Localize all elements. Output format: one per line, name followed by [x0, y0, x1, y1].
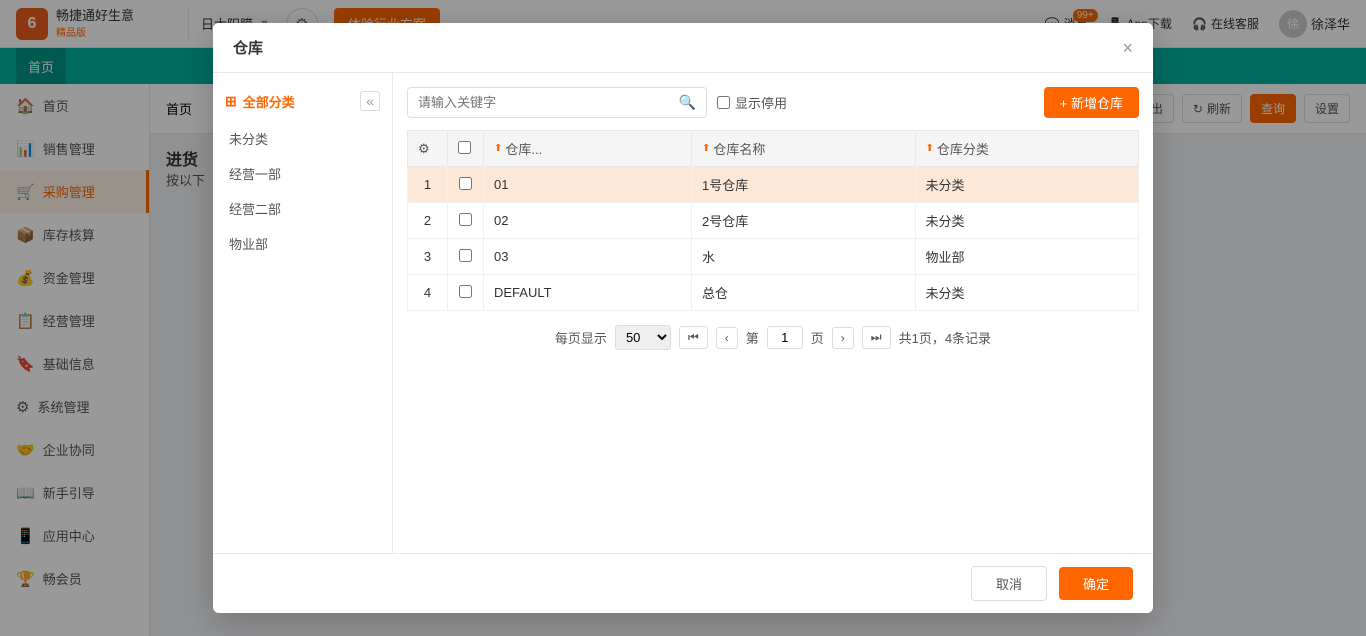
- row-num: 03: [484, 239, 692, 275]
- table-row: 2 02 2号仓库 未分类: [408, 203, 1139, 239]
- show-disabled-checkbox[interactable]: [717, 96, 730, 109]
- search-wrap: 🔍: [407, 87, 707, 118]
- next-page-button[interactable]: ›: [832, 327, 854, 349]
- modal-title: 仓库: [233, 37, 263, 58]
- collapse-button[interactable]: «: [360, 91, 380, 111]
- row-name: 2号仓库: [692, 203, 915, 239]
- row-name: 水: [692, 239, 915, 275]
- sort-icon-num: ⬆: [494, 143, 502, 154]
- row-num: 01: [484, 167, 692, 203]
- row-num: DEFAULT: [484, 275, 692, 311]
- th-settings[interactable]: ⚙: [408, 131, 448, 167]
- per-page-label: 每页显示: [555, 328, 607, 347]
- pagination: 每页显示 20 50 100 ⏮ ‹ 第 页 › ⏭ 共1页，4条记录: [407, 311, 1139, 356]
- row-name: 总仓: [692, 275, 915, 311]
- warehouse-modal: 仓库 × ⊞ 全部分类 « 未分类 经营一部: [213, 23, 1153, 613]
- category-item-dept1[interactable]: 经营一部: [213, 156, 392, 191]
- table-row: 1 01 1号仓库 未分类: [408, 167, 1139, 203]
- category-item-dept2[interactable]: 经营二部: [213, 191, 392, 226]
- row-name: 1号仓库: [692, 167, 915, 203]
- row-checkbox[interactable]: [459, 285, 472, 298]
- row-category: 未分类: [915, 203, 1139, 239]
- modal-footer: 取消 确定: [213, 553, 1153, 613]
- modal-sidebar: ⊞ 全部分类 « 未分类 经营一部 经营二部 物业部: [213, 73, 393, 553]
- select-all-checkbox[interactable]: [458, 141, 471, 154]
- row-index: 2: [408, 203, 448, 239]
- total-records: 共1页，4条记录: [899, 328, 991, 347]
- modal-sidebar-header: ⊞ 全部分类 «: [213, 85, 392, 121]
- first-page-button[interactable]: ⏮: [679, 326, 708, 349]
- th-checkbox: [448, 131, 484, 167]
- row-category: 未分类: [915, 167, 1139, 203]
- modal-toolbar: 🔍 显示停用 + 新增仓库: [407, 87, 1139, 118]
- th-warehouse-category[interactable]: ⬆ 仓库分类: [915, 131, 1139, 167]
- row-checkbox[interactable]: [459, 213, 472, 226]
- sidebar-category-label: 全部分类: [243, 92, 295, 111]
- add-warehouse-button[interactable]: + 新增仓库: [1044, 87, 1139, 118]
- table-row: 3 03 水 物业部: [408, 239, 1139, 275]
- confirm-button[interactable]: 确定: [1059, 567, 1133, 600]
- sort-icon-cat: ⬆: [926, 143, 934, 154]
- table-header: ⚙ ⬆ 仓库...: [408, 131, 1139, 167]
- row-checkbox-cell[interactable]: [448, 275, 484, 311]
- search-input[interactable]: [408, 89, 669, 116]
- row-num: 02: [484, 203, 692, 239]
- row-checkbox-cell[interactable]: [448, 167, 484, 203]
- prev-page-button[interactable]: ‹: [716, 327, 738, 349]
- category-item-property[interactable]: 物业部: [213, 226, 392, 261]
- row-index: 4: [408, 275, 448, 311]
- table-header-row: ⚙ ⬆ 仓库...: [408, 131, 1139, 167]
- th-warehouse-name[interactable]: ⬆ 仓库名称: [692, 131, 915, 167]
- cancel-button[interactable]: 取消: [971, 566, 1047, 601]
- modal-table-area: 🔍 显示停用 + 新增仓库 ⚙: [393, 73, 1153, 553]
- row-checkbox[interactable]: [459, 249, 472, 262]
- table-row: 4 DEFAULT 总仓 未分类: [408, 275, 1139, 311]
- row-index: 1: [408, 167, 448, 203]
- search-button[interactable]: 🔍: [669, 88, 706, 117]
- modal-close-button[interactable]: ×: [1122, 39, 1133, 57]
- page-number-input[interactable]: [767, 326, 803, 349]
- modal-overlay: 仓库 × ⊞ 全部分类 « 未分类 经营一部: [0, 0, 1366, 636]
- category-item-unclassified[interactable]: 未分类: [213, 121, 392, 156]
- page-word: 第: [746, 328, 759, 347]
- row-checkbox-cell[interactable]: [448, 203, 484, 239]
- grid-icon: ⊞: [225, 93, 237, 110]
- show-disabled-label: 显示停用: [717, 93, 787, 112]
- row-category: 物业部: [915, 239, 1139, 275]
- row-index: 3: [408, 239, 448, 275]
- page-unit: 页: [811, 328, 824, 347]
- warehouse-table: ⚙ ⬆ 仓库...: [407, 130, 1139, 311]
- row-checkbox[interactable]: [459, 177, 472, 190]
- modal-header: 仓库 ×: [213, 23, 1153, 73]
- row-checkbox-cell[interactable]: [448, 239, 484, 275]
- table-body: 1 01 1号仓库 未分类 2 02 2号仓库 未分类 3 03 水 物业部 4…: [408, 167, 1139, 311]
- sort-icon-name: ⬆: [702, 143, 710, 154]
- th-warehouse-num[interactable]: ⬆ 仓库...: [484, 131, 692, 167]
- row-category: 未分类: [915, 275, 1139, 311]
- show-disabled-text: 显示停用: [735, 93, 787, 112]
- modal-body: ⊞ 全部分类 « 未分类 经营一部 经营二部 物业部: [213, 73, 1153, 553]
- per-page-select[interactable]: 20 50 100: [615, 325, 671, 350]
- last-page-button[interactable]: ⏭: [862, 326, 891, 349]
- sidebar-category-title: ⊞ 全部分类: [225, 92, 295, 111]
